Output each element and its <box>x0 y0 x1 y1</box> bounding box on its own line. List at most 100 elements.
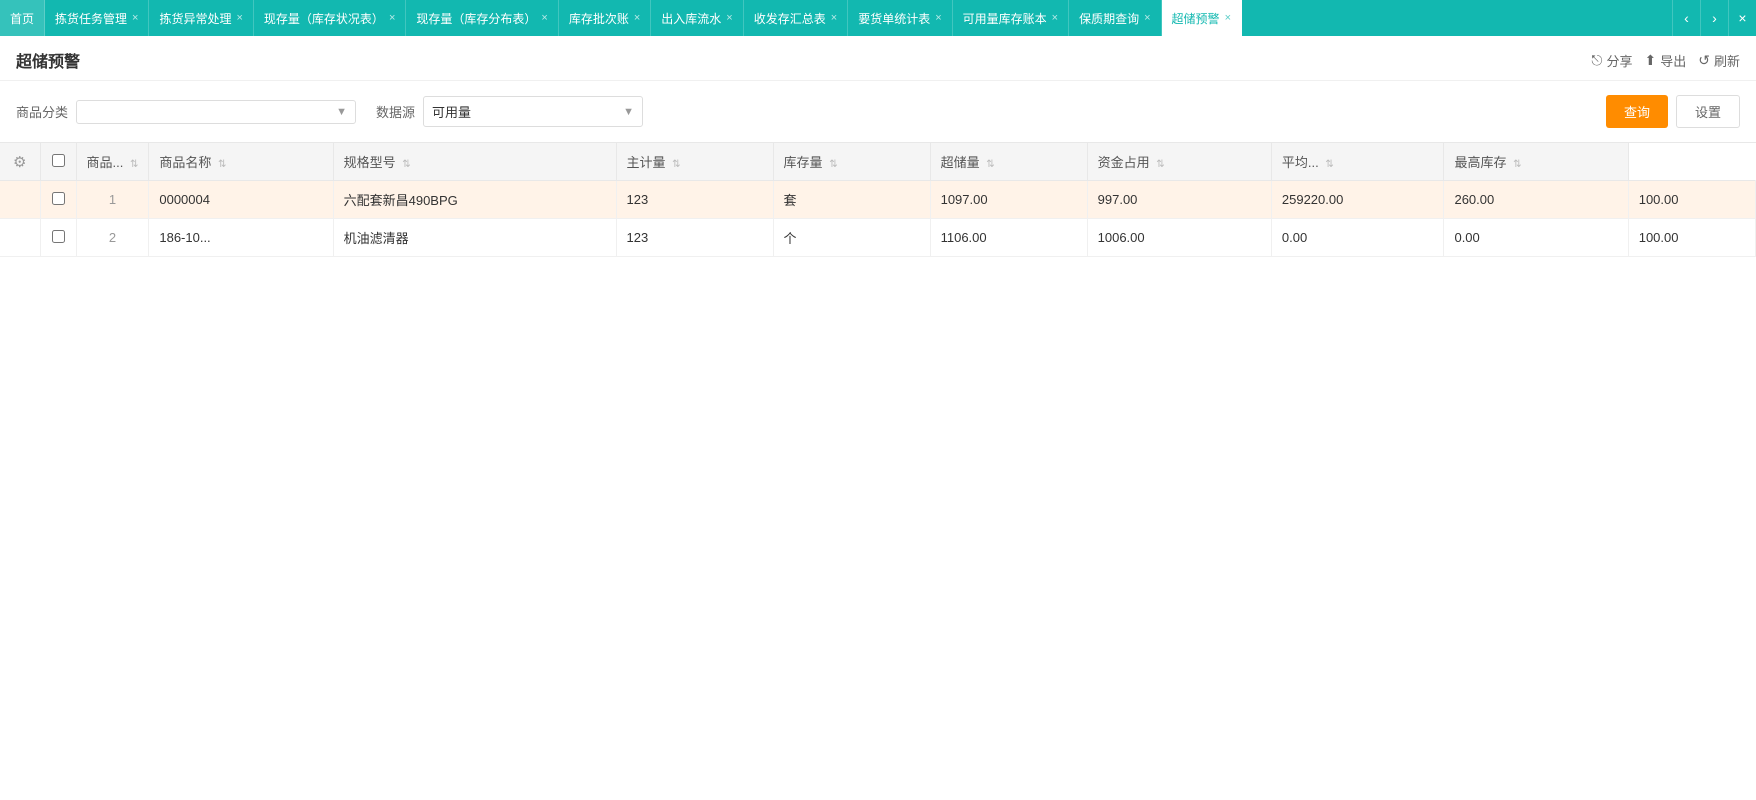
nav-abnormal-close[interactable]: × <box>236 12 242 24</box>
row-checkbox-0[interactable] <box>52 192 65 205</box>
nav-quality-check-label: 保质期查询 <box>1079 10 1139 27</box>
row-unit: 个 <box>773 219 930 257</box>
nav-arrow-right[interactable]: › <box>1700 0 1728 36</box>
nav-in-out-flow[interactable]: 出入库流水 × <box>651 0 743 36</box>
nav-collect-summary[interactable]: 收发存汇总表 × <box>744 0 848 36</box>
row-capital: 259220.00 <box>1271 181 1444 219</box>
row-max-stock: 100.00 <box>1628 181 1755 219</box>
row-product-code: 186-10... <box>149 219 333 257</box>
nav-arrow-left[interactable]: ‹ <box>1672 0 1700 36</box>
row-avg: 0.00 <box>1444 219 1628 257</box>
refresh-label: 刷新 <box>1714 51 1740 70</box>
col-inventory-header[interactable]: 库存量 ⇅ <box>773 143 930 181</box>
row-overstock: 997.00 <box>1087 181 1271 219</box>
nav-batch-account[interactable]: 库存批次账 × <box>559 0 651 36</box>
col-unit-sort-icon: ⇅ <box>672 159 680 170</box>
nav-available-account-close[interactable]: × <box>1052 12 1058 24</box>
export-label: 导出 <box>1660 51 1686 70</box>
col-capital-label: 资金占用 <box>1098 155 1150 170</box>
col-product-name-label: 商品名称 <box>159 155 211 170</box>
row-spec: 123 <box>616 219 773 257</box>
col-overstock-sort-icon: ⇅ <box>986 159 994 170</box>
page-header: 超储预警 ⎋ 分享 ⬆ 导出 ↺ 刷新 <box>0 36 1756 81</box>
col-inventory-label: 库存量 <box>784 155 823 170</box>
settings-button[interactable]: 设置 <box>1676 95 1740 128</box>
category-select[interactable]: ▼ <box>76 100 356 124</box>
nav-abnormal-label: 拣货异常处理 <box>159 10 231 27</box>
row-checkbox-cell <box>40 219 76 257</box>
row-inventory: 1097.00 <box>930 181 1087 219</box>
nav-inventory-dist-label: 现存量（库存分布表） <box>416 10 536 27</box>
table-settings-icon[interactable]: ⚙ <box>13 154 26 171</box>
nav-home-label: 首页 <box>10 10 34 27</box>
nav-inventory-status-close[interactable]: × <box>389 12 395 24</box>
nav-inventory-dist-close[interactable]: × <box>541 12 547 24</box>
nav-available-account-label: 可用量库存账本 <box>963 10 1047 27</box>
nav-quality-check[interactable]: 保质期查询 × <box>1069 0 1161 36</box>
col-avg-label: 平均... <box>1282 155 1319 170</box>
col-product-code-label: 商品... <box>87 155 124 170</box>
share-button[interactable]: ⎋ 分享 <box>1591 51 1632 70</box>
nav-task-mgmt-close[interactable]: × <box>132 12 138 24</box>
top-navigation: 首页 拣货任务管理 × 拣货异常处理 × 现存量（库存状况表） × 现存量（库存… <box>0 0 1756 36</box>
col-product-code-sort-icon: ⇅ <box>130 159 138 170</box>
col-overstock-header[interactable]: 超储量 ⇅ <box>930 143 1087 181</box>
table-container: ⚙ 商品... ⇅ 商品名称 ⇅ 规格型号 ⇅ <box>0 142 1756 257</box>
page-content: 超储预警 ⎋ 分享 ⬆ 导出 ↺ 刷新 商品分类 ▼ 数据源 <box>0 36 1756 800</box>
row-max-stock: 100.00 <box>1628 219 1755 257</box>
table-body: 1 0000004 六配套新昌490BPG 123 套 1097.00 997.… <box>0 181 1756 257</box>
datasource-select[interactable]: 可用量 ▼ <box>423 96 643 127</box>
row-capital: 0.00 <box>1271 219 1444 257</box>
query-button[interactable]: 查询 <box>1606 95 1668 128</box>
nav-home[interactable]: 首页 <box>0 0 45 36</box>
col-unit-header[interactable]: 主计量 ⇅ <box>616 143 773 181</box>
col-spec-label: 规格型号 <box>344 155 396 170</box>
page-title: 超储预警 <box>16 48 80 72</box>
filter-row: 商品分类 ▼ 数据源 可用量 ▼ 查询 设置 <box>0 81 1756 142</box>
nav-batch-account-label: 库存批次账 <box>569 10 629 27</box>
nav-task-mgmt-label: 拣货任务管理 <box>55 10 127 27</box>
col-avg-header[interactable]: 平均... ⇅ <box>1271 143 1444 181</box>
export-icon: ⬆ <box>1645 52 1657 69</box>
nav-arrow-close[interactable]: × <box>1728 0 1756 36</box>
nav-inventory-dist[interactable]: 现存量（库存分布表） × <box>406 0 558 36</box>
row-overstock: 1006.00 <box>1087 219 1271 257</box>
row-checkbox-1[interactable] <box>52 230 65 243</box>
nav-order-stats[interactable]: 要货单统计表 × <box>848 0 952 36</box>
share-label: 分享 <box>1606 51 1632 70</box>
row-seq: 2 <box>76 219 149 257</box>
nav-task-mgmt[interactable]: 拣货任务管理 × <box>45 0 149 36</box>
nav-available-account[interactable]: 可用量库存账本 × <box>953 0 1069 36</box>
refresh-button[interactable]: ↺ 刷新 <box>1698 51 1740 70</box>
col-max-stock-sort-icon: ⇅ <box>1513 159 1521 170</box>
nav-quality-check-close[interactable]: × <box>1144 12 1150 24</box>
datasource-value: 可用量 <box>432 102 471 121</box>
row-gear-cell <box>0 219 40 257</box>
row-spec: 123 <box>616 181 773 219</box>
col-max-stock-header[interactable]: 最高库存 ⇅ <box>1444 143 1628 181</box>
col-overstock-label: 超储量 <box>941 155 980 170</box>
nav-inventory-status[interactable]: 现存量（库存状况表） × <box>254 0 406 36</box>
nav-overstock-warning[interactable]: 超储预警 × <box>1162 0 1242 36</box>
nav-in-out-flow-close[interactable]: × <box>726 12 732 24</box>
nav-abnormal[interactable]: 拣货异常处理 × <box>149 0 253 36</box>
col-checkbox-header <box>40 143 76 181</box>
col-product-code-header[interactable]: 商品... ⇅ <box>76 143 149 181</box>
select-all-checkbox[interactable] <box>52 154 65 167</box>
refresh-icon: ↺ <box>1698 52 1710 69</box>
row-product-code: 0000004 <box>149 181 333 219</box>
nav-collect-summary-label: 收发存汇总表 <box>754 10 826 27</box>
export-button[interactable]: ⬆ 导出 <box>1645 51 1687 70</box>
nav-order-stats-close[interactable]: × <box>935 12 941 24</box>
col-spec-header[interactable]: 规格型号 ⇅ <box>333 143 616 181</box>
col-capital-header[interactable]: 资金占用 ⇅ <box>1087 143 1271 181</box>
nav-collect-summary-close[interactable]: × <box>831 12 837 24</box>
row-unit: 套 <box>773 181 930 219</box>
nav-overstock-warning-close[interactable]: × <box>1225 12 1231 24</box>
category-chevron-icon: ▼ <box>336 106 347 118</box>
category-label: 商品分类 <box>16 102 68 121</box>
col-product-name-header[interactable]: 商品名称 ⇅ <box>149 143 333 181</box>
col-avg-sort-icon: ⇅ <box>1325 159 1333 170</box>
datasource-label: 数据源 <box>376 102 415 121</box>
nav-batch-account-close[interactable]: × <box>634 12 640 24</box>
